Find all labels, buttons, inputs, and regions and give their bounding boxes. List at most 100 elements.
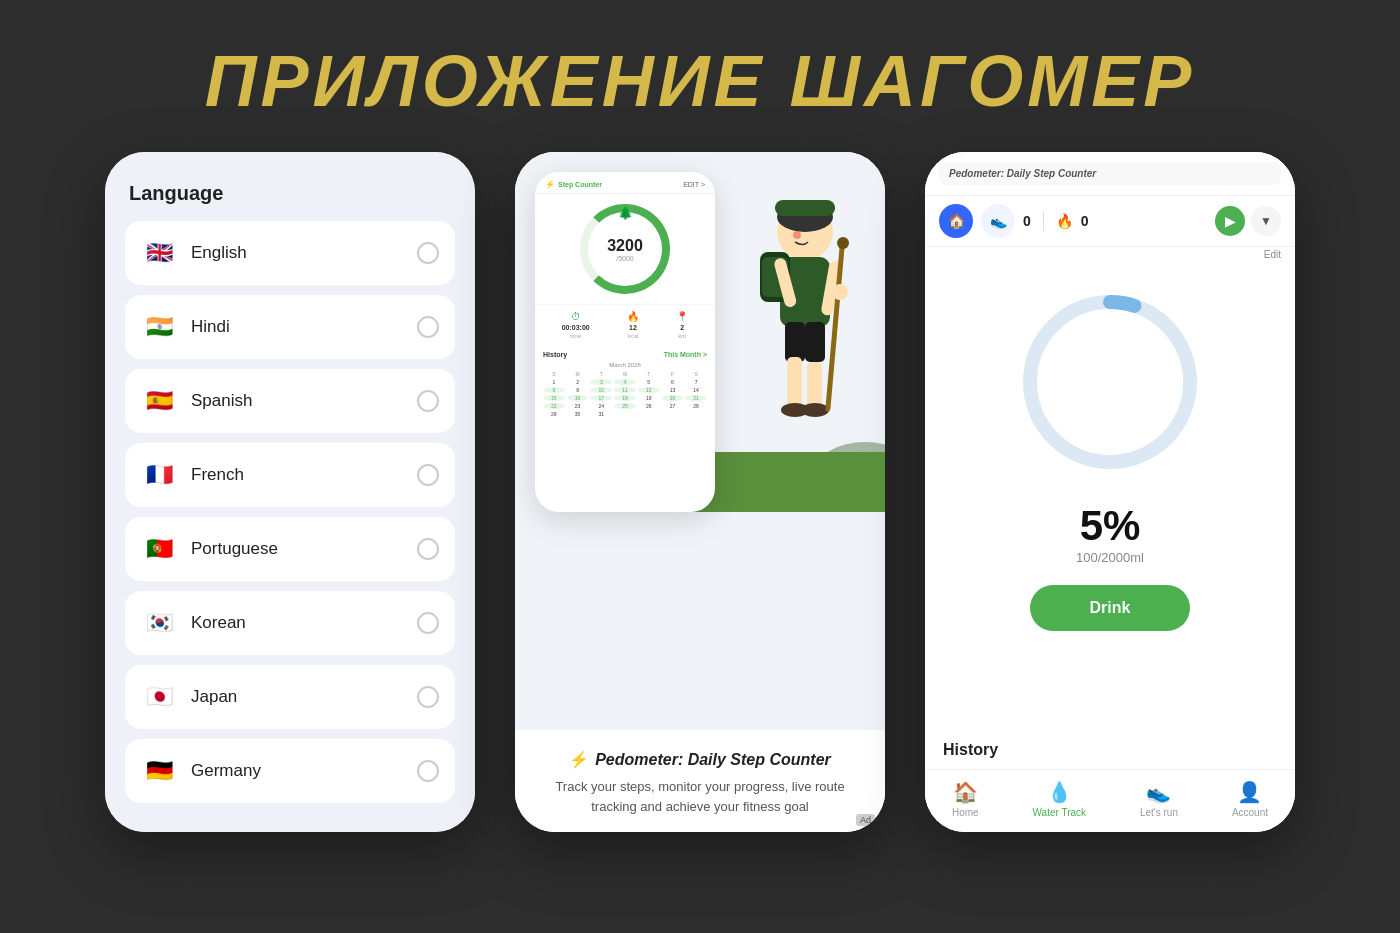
radio-portuguese[interactable]	[417, 538, 439, 560]
cal-day: 23	[567, 403, 589, 409]
radio-hindi[interactable]	[417, 316, 439, 338]
time-value: 00:03:00	[562, 324, 590, 331]
cal-day: 16	[567, 395, 589, 401]
history-label: History	[543, 351, 567, 358]
lang-item-left: 🇫🇷 French	[141, 457, 244, 493]
app-full-name: Pedometer: Daily Step Counter	[949, 168, 1096, 179]
lang-item-french[interactable]: 🇫🇷 French	[125, 443, 455, 507]
svg-point-17	[832, 284, 848, 300]
time-icon: ⏱	[571, 311, 581, 322]
radio-germany[interactable]	[417, 760, 439, 782]
cal-day	[638, 411, 660, 417]
home-btn[interactable]: 🏠	[939, 204, 973, 238]
cal-day: 25	[614, 403, 636, 409]
chevron-down-btn[interactable]: ▼	[1251, 206, 1281, 236]
nav-run[interactable]: 👟 Let's run	[1140, 780, 1178, 818]
phone2-frame: Step Counter EDIT > 🌲 3200 /5000 ⏱	[515, 152, 885, 832]
water-main: 5% 100/2000ml Drink	[925, 262, 1295, 727]
km-label: km	[678, 333, 686, 339]
count-label: kcal	[628, 333, 639, 339]
lang-item-korean[interactable]: 🇰🇷 Korean	[125, 591, 455, 655]
lang-item-left: 🇰🇷 Korean	[141, 605, 246, 641]
lang-name-korean: Korean	[191, 613, 246, 633]
radio-spanish[interactable]	[417, 390, 439, 412]
cal-day: 19	[638, 395, 660, 401]
cal-day: 14	[685, 387, 707, 393]
water-circle-container	[1010, 282, 1210, 482]
water-circle-svg	[1010, 282, 1210, 482]
cal-day: 28	[685, 403, 707, 409]
lang-item-english[interactable]: 🇬🇧 English	[125, 221, 455, 285]
nav-home[interactable]: 🏠 Home	[952, 780, 979, 818]
cal-header: T	[590, 371, 612, 377]
calories-count-value: 0	[1081, 213, 1089, 229]
cal-day: 9	[567, 387, 589, 393]
lang-item-germany[interactable]: 🇩🇪 Germany	[125, 739, 455, 803]
lang-item-japan[interactable]: 🇯🇵 Japan	[125, 665, 455, 729]
cal-day: 2	[567, 379, 589, 385]
flag-korean: 🇰🇷	[141, 605, 177, 641]
cal-day: 6	[662, 379, 684, 385]
month-name: March 2026	[543, 362, 707, 368]
app-tagline-title: Pedometer: Daily Step Counter	[595, 751, 831, 769]
cal-day: 1	[543, 379, 565, 385]
phone2-top: Step Counter EDIT > 🌲 3200 /5000 ⏱	[515, 152, 885, 730]
cal-day: 29	[543, 411, 565, 417]
step-count: 3200	[607, 237, 643, 255]
next-arrow-btn[interactable]: ▶	[1215, 206, 1245, 236]
phone3-content: Pedometer: Daily Step Counter 🏠 👟 0 🔥 0 …	[925, 152, 1295, 832]
cal-day: 27	[662, 403, 684, 409]
app-banner: Pedometer: Daily Step Counter	[939, 162, 1281, 185]
svg-point-22	[1030, 302, 1190, 462]
phone3-top-bar: 🏠 👟 0 🔥 0 ▶ ▼	[925, 196, 1295, 247]
edit-link[interactable]: Edit	[925, 247, 1295, 262]
drink-button[interactable]: Drink	[1030, 585, 1191, 631]
stat-km: 📍 2 km	[676, 311, 688, 339]
radio-english[interactable]	[417, 242, 439, 264]
radio-korean[interactable]	[417, 612, 439, 634]
cal-day: 5	[638, 379, 660, 385]
step-circle: 🌲 3200 /5000	[580, 204, 670, 294]
flag-germany: 🇩🇪	[141, 753, 177, 789]
inner-calendar-grid: SMTWTFS123456789101112131415161718192021…	[543, 371, 707, 417]
lang-item-spanish[interactable]: 🇪🇸 Spanish	[125, 369, 455, 433]
phone3-header: Pedometer: Daily Step Counter	[925, 152, 1295, 196]
lang-item-hindi[interactable]: 🇮🇳 Hindi	[125, 295, 455, 359]
inner-history-section: History This Month > March 2026 SMTWTFS1…	[535, 345, 715, 423]
cal-day: 7	[685, 379, 707, 385]
cal-day: 22	[543, 403, 565, 409]
cal-header: S	[685, 371, 707, 377]
step-goal: /5000	[616, 255, 634, 262]
stat-count: 🔥 12 kcal	[627, 311, 639, 339]
phone2-content: Step Counter EDIT > 🌲 3200 /5000 ⏱	[515, 152, 885, 832]
lang-name-spanish: Spanish	[191, 391, 252, 411]
radio-french[interactable]	[417, 464, 439, 486]
inner-history-header: History This Month >	[543, 351, 707, 358]
cal-day: 11	[614, 387, 636, 393]
nav-account[interactable]: 👤 Account	[1232, 780, 1268, 818]
nav-water[interactable]: 💧 Water Track	[1033, 780, 1087, 818]
phone2-bottom: ⚡ Pedometer: Daily Step Counter Track yo…	[515, 730, 885, 832]
radio-japan[interactable]	[417, 686, 439, 708]
this-month-label[interactable]: This Month >	[664, 351, 707, 358]
km-value: 2	[680, 324, 684, 331]
svg-point-18	[793, 231, 801, 239]
svg-rect-7	[785, 322, 805, 362]
flag-english: 🇬🇧	[141, 235, 177, 271]
top-bar-right: ▶ ▼	[1215, 206, 1281, 236]
svg-rect-9	[787, 357, 802, 407]
cal-day: 18	[614, 395, 636, 401]
lang-name-french: French	[191, 465, 244, 485]
app-logo-line: ⚡ Pedometer: Daily Step Counter	[539, 750, 861, 769]
cal-day	[614, 411, 636, 417]
water-nav-icon: 💧	[1047, 780, 1072, 804]
cal-day: 4	[614, 379, 636, 385]
lang-item-left: 🇩🇪 Germany	[141, 753, 261, 789]
cal-day: 17	[590, 395, 612, 401]
lang-item-portuguese[interactable]: 🇵🇹 Portuguese	[125, 517, 455, 581]
water-percent-text: 5%	[1080, 502, 1141, 550]
inner-edit-btn[interactable]: EDIT >	[683, 181, 705, 188]
cal-header: M	[567, 371, 589, 377]
cal-header: S	[543, 371, 565, 377]
steps-btn[interactable]: 👟	[981, 204, 1015, 238]
